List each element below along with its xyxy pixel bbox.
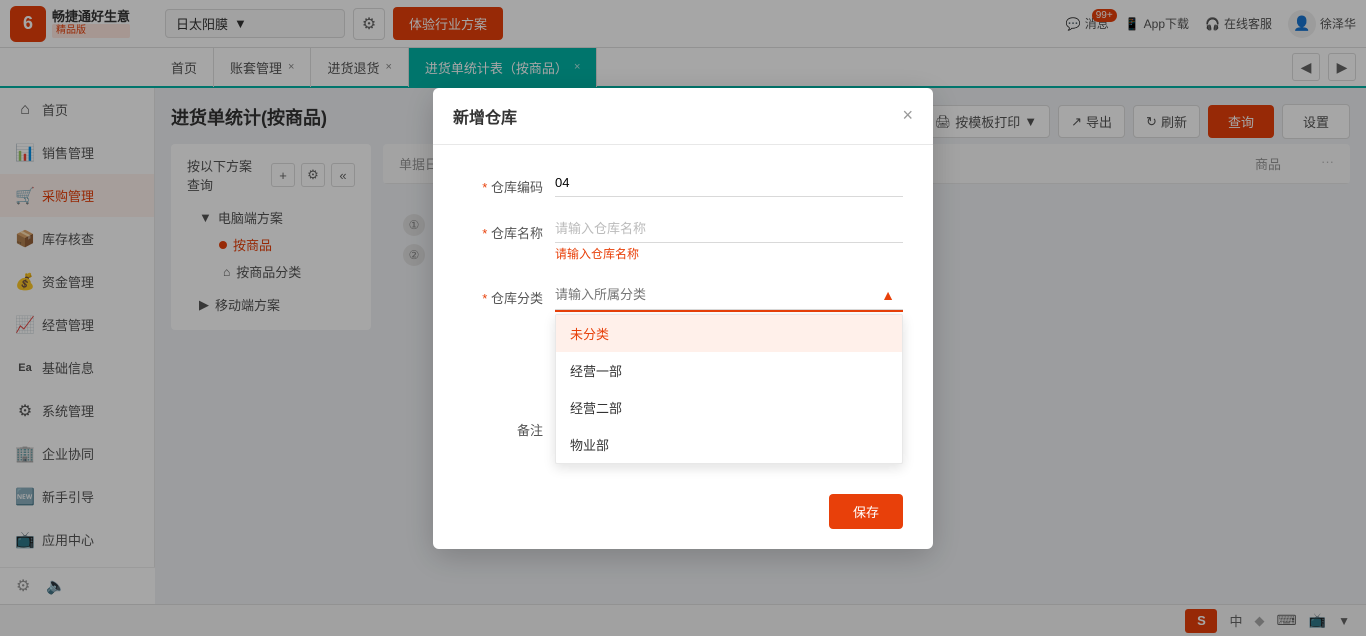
modal-body: * 仓库编码 * 仓库名称 请输入仓库名称 — [433, 145, 933, 482]
name-control: 请输入仓库名称 — [555, 215, 903, 262]
modal-title: 新增仓库 — [453, 104, 517, 128]
class-label-text: 仓库分类 — [491, 291, 543, 306]
select-arrow-up-icon[interactable]: ▲ — [881, 287, 895, 303]
class-control: ▲ 未分类 经营一部 经营二部 物业部 — [555, 280, 903, 312]
name-error-msg: 请输入仓库名称 — [555, 245, 903, 262]
code-label: * 仓库编码 — [463, 169, 543, 196]
form-row-class: * 仓库分类 ▲ 未分类 经营一部 经营二部 物业部 — [463, 280, 903, 312]
class-dropdown: 未分类 经营一部 经营二部 物业部 — [555, 314, 903, 464]
dropdown-item-property[interactable]: 物业部 — [556, 426, 902, 463]
warehouse-code-input[interactable] — [555, 169, 903, 197]
save-button[interactable]: 保存 — [829, 494, 903, 529]
class-label: * 仓库分类 — [463, 280, 543, 307]
code-control — [555, 169, 903, 197]
code-label-text: 仓库编码 — [491, 180, 543, 195]
required-mark-name: * — [482, 226, 487, 241]
notes-label: 备注 — [463, 412, 543, 439]
warehouse-name-input[interactable] — [555, 215, 903, 243]
name-label-text: 仓库名称 — [491, 226, 543, 241]
modal-overlay: 新增仓库 × * 仓库编码 * 仓库名称 — [0, 0, 1366, 636]
required-mark: * — [482, 180, 487, 195]
required-mark-class: * — [482, 291, 487, 306]
class-select-wrapper: ▲ — [555, 280, 903, 312]
modal-close-button[interactable]: × — [902, 105, 913, 126]
modal-header: 新增仓库 × — [433, 88, 933, 145]
warehouse-class-input[interactable] — [555, 280, 903, 310]
form-row-code: * 仓库编码 — [463, 169, 903, 197]
name-label: * 仓库名称 — [463, 215, 543, 242]
dropdown-item-ops2[interactable]: 经营二部 — [556, 389, 902, 426]
dropdown-item-unclassified[interactable]: 未分类 — [556, 315, 902, 352]
dropdown-item-ops1[interactable]: 经营一部 — [556, 352, 902, 389]
modal-new-warehouse: 新增仓库 × * 仓库编码 * 仓库名称 — [433, 88, 933, 549]
modal-footer: 保存 — [433, 482, 933, 549]
form-row-name: * 仓库名称 请输入仓库名称 — [463, 215, 903, 262]
notes-label-text: 备注 — [517, 423, 543, 438]
